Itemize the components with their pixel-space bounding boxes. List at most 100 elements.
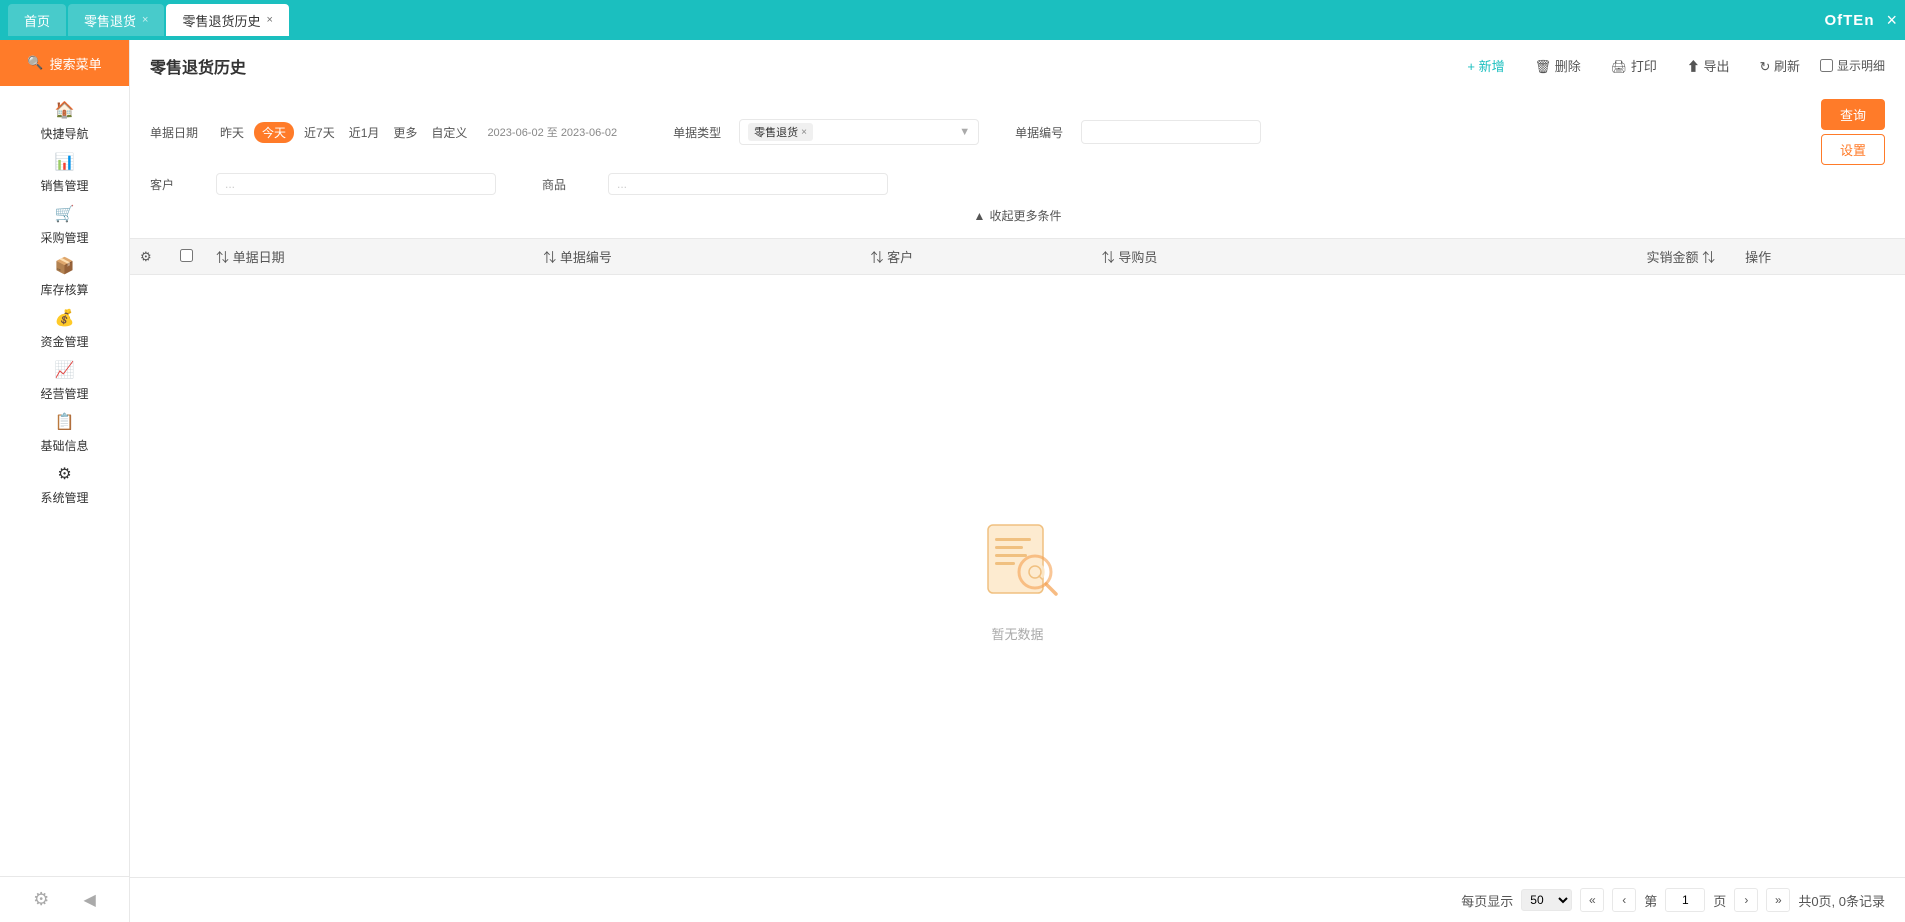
sidebar-label-system: 系统管理 [40, 489, 88, 506]
page-size-select[interactable]: 50 10 20 100 [1521, 889, 1572, 911]
goods-placeholder: ... [617, 177, 879, 191]
brand-logo: OfTEn [1824, 12, 1874, 29]
sidebar-label-purchase-mgmt: 采购管理 [40, 229, 88, 246]
total-label: 共0页, 0条记录 [1798, 891, 1885, 910]
last-page-button[interactable]: » [1766, 888, 1790, 912]
empty-state: 暂无数据 [130, 275, 1905, 877]
sidebar-item-purchase-mgmt[interactable]: 🛒采购管理 [0, 198, 129, 250]
select-all-checkbox[interactable] [180, 249, 193, 262]
tab-label-home: 首页 [24, 11, 50, 30]
filter-row-2: 客户 ... 商品 ... [150, 173, 1885, 195]
filter-row-1: 单据日期 昨天 今天 近7天 近1月 更多 自定义 2023-06-02 至 2… [150, 99, 1885, 165]
sidebar-item-finance[interactable]: 💰资金管理 [0, 302, 129, 354]
sidebar-label-sales-mgmt: 销售管理 [40, 177, 88, 194]
data-table: ⚙ ⇅ 单据日期 ⇅ 单据编号 ⇅ 客户 [130, 239, 1905, 275]
sidebar-bottom: ⚙ ◀ [0, 876, 129, 922]
sidebar-item-system[interactable]: ⚙ 系统管理 [0, 458, 129, 510]
table-header: ⚙ ⇅ 单据日期 ⇅ 单据编号 ⇅ 客户 [130, 239, 1905, 275]
page-unit: 页 [1713, 891, 1726, 910]
date-range-display: 2023-06-02 至 2023-06-02 [487, 124, 617, 140]
collapse-icon: ▲ [974, 209, 986, 223]
table-settings-icon[interactable]: ⚙ [140, 249, 152, 264]
window-close-button[interactable]: × [1886, 10, 1897, 31]
page-size-label: 每页显示 [1461, 891, 1513, 910]
collapse-sidebar-icon[interactable]: ◀ [84, 890, 96, 910]
sidebar-item-sales-mgmt[interactable]: 📊 销售管理 [0, 146, 129, 198]
prev-page-button[interactable]: ‹ [1612, 888, 1636, 912]
sidebar-item-quick-nav[interactable]: 🏠 快捷导航 [0, 94, 129, 146]
sidebar-item-operations[interactable]: 📈 经营管理 [0, 354, 129, 406]
goods-select[interactable]: ... [608, 173, 888, 195]
collapse-label: 收起更多条件 [989, 207, 1061, 224]
sidebar-item-inventory[interactable]: 📦 库存核算 [0, 250, 129, 302]
refresh-button[interactable]: ↻ 刷新 [1749, 52, 1810, 79]
settings-icon[interactable]: ⚙ [33, 889, 49, 910]
tab-retail-return[interactable]: 零售退货 × [68, 4, 164, 36]
date-label: 单据日期 [150, 124, 200, 141]
settings-button[interactable]: 设置 [1821, 134, 1885, 165]
first-page-button[interactable]: « [1580, 888, 1604, 912]
type-label: 单据类型 [673, 124, 723, 141]
sidebar-items: 🏠 快捷导航 📊 销售管理 🛒采购管理 📦 库存核算 💰资金管理 📈 经营管理 📋基础信息 ⚙ 系统管理 [0, 86, 129, 876]
tab-label-retail-return: 零售退货 [84, 11, 136, 30]
th-number: ⇅ 单据编号 [533, 239, 860, 275]
table-container: ⚙ ⇅ 单据日期 ⇅ 单据编号 ⇅ 客户 [130, 239, 1905, 877]
tab-close-retail-return[interactable]: × [142, 14, 148, 26]
date-opt-more[interactable]: 更多 [389, 122, 421, 143]
tab-close-retail-return-history[interactable]: × [266, 14, 272, 26]
sidebar-label-operations: 经营管理 [40, 385, 88, 402]
tab-home[interactable]: 首页 [8, 4, 66, 36]
page-label: 第 [1644, 891, 1657, 910]
th-date: ⇅ 单据日期 [206, 239, 533, 275]
number-input[interactable] [1081, 120, 1261, 144]
number-label: 单据编号 [1015, 124, 1065, 141]
print-button[interactable]: 🖨 打印 [1601, 52, 1667, 79]
th-checkbox[interactable] [170, 239, 206, 275]
th-action: 操作 [1735, 239, 1905, 275]
search-menu-button[interactable]: 🔍 搜索菜单 [0, 40, 129, 86]
sidebar-label-inventory: 库存核算 [40, 281, 88, 298]
type-select[interactable]: 零售退货 × ▼ [739, 119, 979, 145]
date-opt-today[interactable]: 今天 [254, 122, 294, 143]
date-opt-7days[interactable]: 近7天 [300, 122, 339, 143]
next-page-button[interactable]: › [1734, 888, 1758, 912]
operations-icon: 📈 [54, 359, 76, 381]
toolbar: + 新增 🗑 删除 🖨 打印 ⬆ 导出 ↻ 刷新 显示明细 [1457, 52, 1885, 79]
quick-nav-icon: 🏠 [54, 99, 76, 121]
collapse-row: ▲ 收起更多条件 [150, 203, 1885, 232]
page-number-input[interactable] [1665, 888, 1705, 912]
sidebar-label-quick-nav: 快捷导航 [40, 125, 88, 142]
th-guide: ⇅ 导购员 [1092, 239, 1371, 275]
show-detail-checkbox-label[interactable]: 显示明细 [1820, 57, 1885, 74]
collapse-button[interactable]: ▲ 收起更多条件 [974, 207, 1062, 224]
goods-label: 商品 [542, 176, 592, 193]
pagination-bar: 每页显示 50 10 20 100 « ‹ 第 页 › » 共0页, 0条记录 [130, 877, 1905, 922]
delete-button[interactable]: 🗑 删除 [1525, 52, 1591, 79]
sales-mgmt-icon: 📊 [54, 151, 76, 173]
empty-text: 暂无数据 [991, 624, 1043, 643]
show-detail-checkbox[interactable] [1820, 59, 1833, 72]
query-button[interactable]: 查询 [1821, 99, 1885, 130]
top-bar-right: OfTEn × [1824, 10, 1897, 31]
type-tag-close[interactable]: × [801, 127, 807, 138]
date-opt-custom[interactable]: 自定义 [427, 122, 471, 143]
date-opt-yesterday[interactable]: 昨天 [216, 122, 248, 143]
tab-label-retail-return-history: 零售退货历史 [182, 11, 260, 30]
search-menu-label: 搜索菜单 [50, 54, 102, 73]
tab-retail-return-history[interactable]: 零售退货历史 × [166, 4, 288, 36]
search-icon: 🔍 [27, 55, 43, 71]
sidebar: 🔍 搜索菜单 🏠 快捷导航 📊 销售管理 🛒采购管理 📦 库存核算 💰资金管理 📈 经营管理 📋基础… [0, 40, 130, 922]
system-icon: ⚙ [54, 463, 76, 485]
customer-placeholder: ... [225, 177, 487, 191]
new-button[interactable]: + 新增 [1457, 52, 1514, 79]
empty-illustration [968, 510, 1068, 610]
th-settings[interactable]: ⚙ [130, 239, 170, 275]
sidebar-label-basic-info: 基础信息 [40, 437, 88, 454]
th-amount: 实销金额 ⇅ [1371, 239, 1735, 275]
customer-select[interactable]: ... [216, 173, 496, 195]
sidebar-item-basic-info[interactable]: 📋基础信息 [0, 406, 129, 458]
export-button[interactable]: ⬆ 导出 [1677, 52, 1740, 79]
date-opt-1month[interactable]: 近1月 [345, 122, 384, 143]
show-detail-text: 显示明细 [1837, 57, 1885, 74]
inventory-icon: 📦 [54, 255, 76, 277]
